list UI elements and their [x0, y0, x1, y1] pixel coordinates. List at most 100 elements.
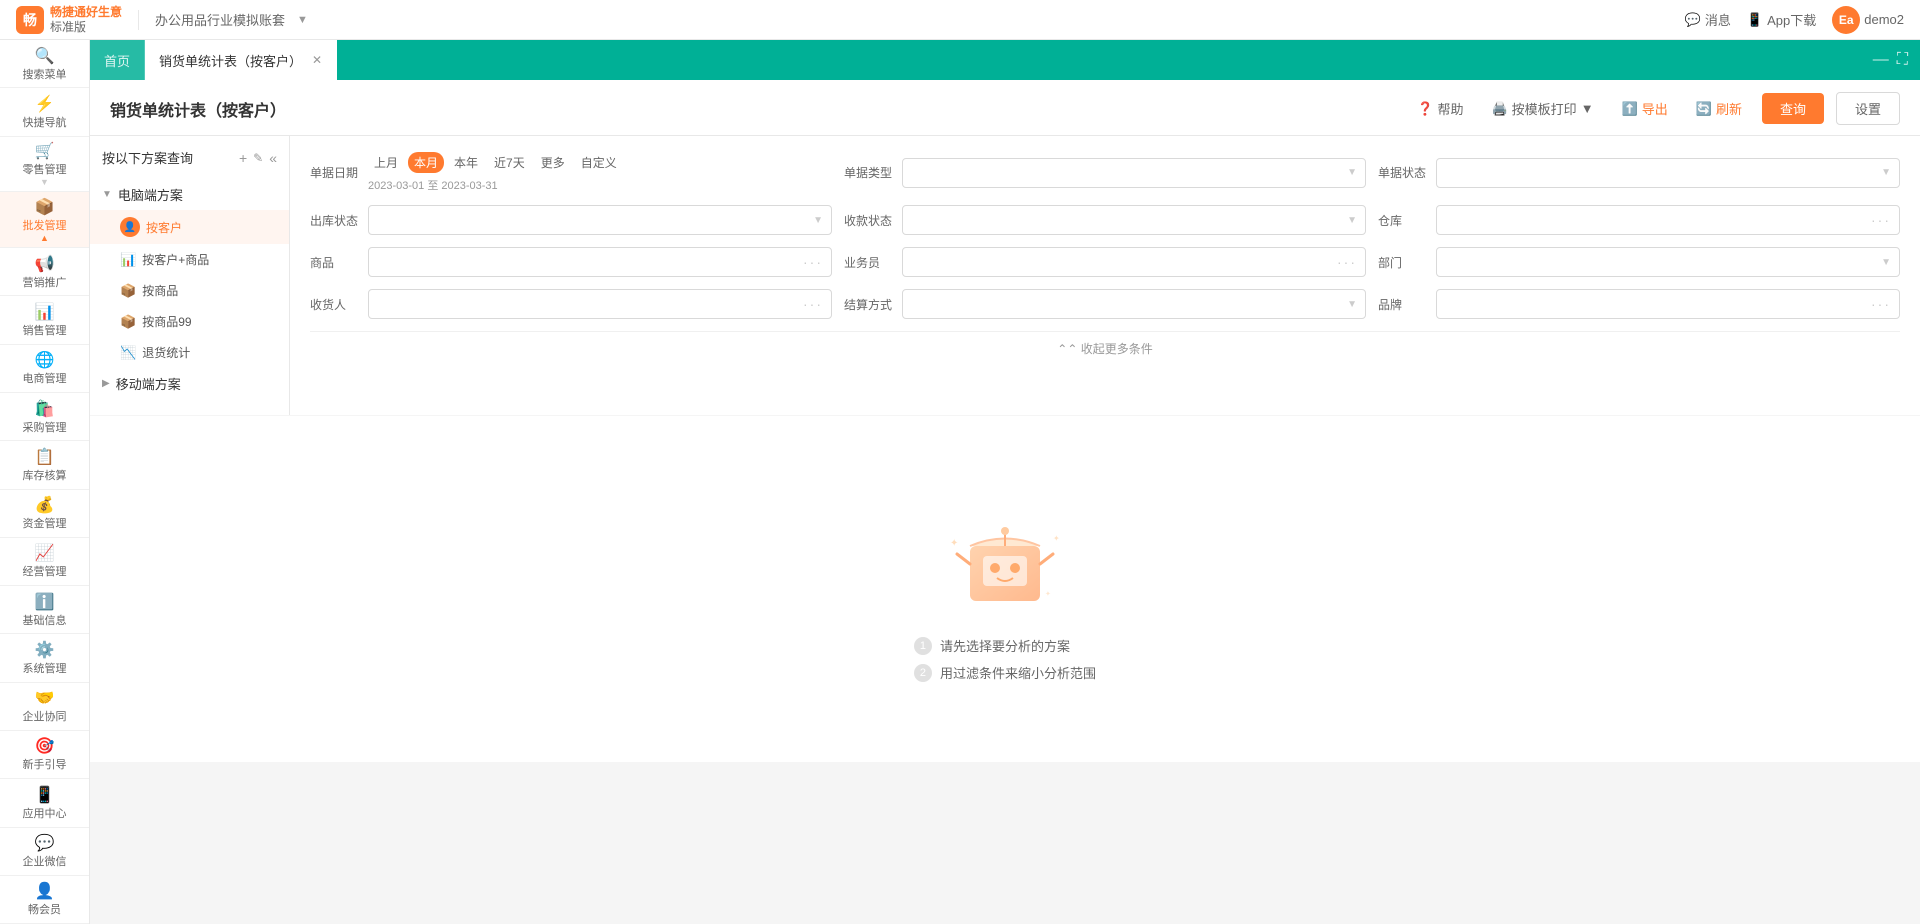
retail-arrow-icon: ▼: [40, 177, 49, 187]
sidebar-item-newbie[interactable]: 🎯 新手引导: [0, 731, 89, 779]
order-type-input[interactable]: ▼: [902, 158, 1366, 188]
payment-status-input[interactable]: ▼: [902, 205, 1366, 235]
sidebar-item-member[interactable]: 👤 畅会员: [0, 876, 89, 924]
warehouse-input[interactable]: ···: [1436, 205, 1900, 235]
help-label: 帮助: [1437, 99, 1463, 118]
sidebar-item-inventory[interactable]: 📋 库存核算: [0, 441, 89, 489]
payment-status-label: 收款状态: [844, 212, 894, 229]
date-tab-last-month[interactable]: 上月: [368, 152, 404, 173]
order-status-input[interactable]: ▼: [1436, 158, 1900, 188]
date-tab-custom[interactable]: 自定义: [575, 152, 623, 173]
sidebar-item-quick-nav[interactable]: ⚡ 快捷导航: [0, 88, 89, 136]
print-button[interactable]: 🖨️ 按模板打印 ▼: [1483, 95, 1601, 122]
sidebar-item-finance[interactable]: 💰 资金管理: [0, 490, 89, 538]
print-dropdown-icon: ▼: [1581, 101, 1594, 116]
out-status-label: 出库状态: [310, 212, 360, 229]
quick-nav-icon: ⚡: [35, 94, 55, 114]
salesperson-input[interactable]: ···: [902, 247, 1366, 277]
tab-close-icon[interactable]: ✕: [312, 53, 322, 67]
sidebar-item-apps[interactable]: 📱 应用中心: [0, 779, 89, 827]
sidebar-item-basic[interactable]: ℹ️ 基础信息: [0, 586, 89, 634]
sidebar-item-operations[interactable]: 📈 经营管理: [0, 538, 89, 586]
home-tab-label: 首页: [104, 51, 130, 70]
empty-tip-2: 2 用过滤条件来缩小分析范围: [914, 663, 1096, 682]
query-button[interactable]: 查询: [1762, 93, 1824, 124]
tab-home[interactable]: 首页: [90, 40, 145, 80]
brand-name: 畅捷通好生意: [50, 5, 122, 19]
tree-item-by-product-99[interactable]: 📦 按商品99: [90, 306, 289, 337]
wholesale-icon: 📦: [35, 197, 55, 217]
sidebar-item-ecommerce[interactable]: 🌐 电商管理: [0, 345, 89, 393]
logo-area: 畅 畅捷通好生意 标准版: [16, 5, 122, 34]
industry-name: 办公用品行业模拟账套: [155, 10, 285, 29]
brand-label: 品牌: [1378, 296, 1428, 313]
message-button[interactable]: 💬 消息: [1685, 10, 1731, 29]
tree-item-return-stats[interactable]: 📉 退货统计: [90, 337, 289, 368]
add-scheme-icon[interactable]: +: [239, 150, 247, 166]
settings-button[interactable]: 设置: [1836, 92, 1900, 125]
department-arrow-icon: ▼: [1881, 257, 1891, 268]
sidebar-item-system[interactable]: ⚙️ 系统管理: [0, 634, 89, 682]
collapse-panel-icon[interactable]: «: [269, 150, 277, 166]
user-name: demo2: [1864, 12, 1904, 27]
tree-section: ▼ 电脑端方案 👤 按客户: [90, 175, 289, 403]
sidebar-item-wechat[interactable]: 💬 企业微信: [0, 828, 89, 876]
sidebar-label-member: 畅会员: [28, 903, 61, 917]
date-tab-this-month[interactable]: 本月: [408, 152, 444, 173]
recipient-input[interactable]: ···: [368, 289, 832, 319]
header-right: 💬 消息 📱 App下载 Ea demo2: [1685, 6, 1904, 34]
sidebar-item-search[interactable]: 🔍 搜索菜单: [0, 40, 89, 88]
sidebar-item-marketing[interactable]: 📢 营销推广: [0, 248, 89, 296]
tree-item-by-product[interactable]: 📦 按商品: [90, 275, 289, 306]
sidebar-label-wholesale: 批发管理: [23, 219, 67, 233]
settlement-input[interactable]: ▼: [902, 289, 1366, 319]
help-button[interactable]: ❓ 帮助: [1409, 95, 1471, 122]
tab-maximize-icon[interactable]: ⛶: [1897, 51, 1908, 69]
by-product-99-icon: 📦: [120, 314, 136, 330]
tree-item-by-customer[interactable]: 👤 按客户: [90, 210, 289, 244]
sidebar-item-purchase[interactable]: 🛍️ 采购管理: [0, 393, 89, 441]
tree-item-by-product-99-label: 按商品99: [142, 313, 191, 330]
tree-group-desktop-header[interactable]: ▼ 电脑端方案: [90, 179, 289, 210]
date-tab-more[interactable]: 更多: [535, 152, 571, 173]
warehouse-dots-icon: ···: [1871, 212, 1891, 228]
tree-item-customer-product-label: 按客户+商品: [142, 251, 209, 268]
salesperson-dots-icon: ···: [1337, 254, 1357, 270]
department-input[interactable]: ▼: [1436, 247, 1900, 277]
brand-input[interactable]: ···: [1436, 289, 1900, 319]
filter-order-status-field: 单据状态 ▼: [1378, 158, 1900, 188]
edit-scheme-icon[interactable]: ✎: [253, 151, 263, 165]
tree-item-customer-product[interactable]: 📊 按客户+商品: [90, 244, 289, 275]
export-button[interactable]: ⬆️ 导出: [1614, 95, 1676, 122]
active-indicator: 👤: [120, 217, 140, 237]
filter-row-2: 出库状态 ▼ 收款状态 ▼: [310, 205, 1900, 235]
out-status-input[interactable]: ▼: [368, 205, 832, 235]
industry-dropdown-icon[interactable]: ▼: [297, 14, 308, 26]
sidebar-label-apps: 应用中心: [23, 807, 67, 821]
sidebar-item-enterprise[interactable]: 🤝 企业协同: [0, 683, 89, 731]
sidebar-item-retail[interactable]: 🛒 零售管理 ▼: [0, 137, 89, 193]
date-tab-this-year[interactable]: 本年: [448, 152, 484, 173]
sidebar-item-sales[interactable]: 📊 销售管理: [0, 296, 89, 344]
system-icon: ⚙️: [35, 640, 55, 660]
user-menu[interactable]: Ea demo2: [1832, 6, 1904, 34]
salesperson-label: 业务员: [844, 254, 894, 271]
date-tab-7days[interactable]: 近7天: [488, 152, 531, 173]
sidebar-item-wholesale[interactable]: 📦 批发管理 ▲: [0, 192, 89, 248]
tab-minimize-icon[interactable]: —: [1873, 51, 1889, 69]
page-title: 销货单统计表（按客户）: [110, 97, 286, 121]
refresh-button[interactable]: 🔄 刷新: [1688, 95, 1750, 122]
product-input[interactable]: ···: [368, 247, 832, 277]
sidebar-label-sales: 销售管理: [23, 324, 67, 338]
purchase-icon: 🛍️: [35, 399, 55, 419]
tip-number-2: 2: [914, 664, 932, 682]
operations-icon: 📈: [35, 543, 55, 563]
app-download-button[interactable]: 📱 App下载: [1747, 10, 1816, 29]
tab-sales-stats[interactable]: 销货单统计表（按客户） ✕: [145, 40, 337, 80]
product-dots-icon: ···: [803, 254, 823, 270]
sidebar-label-inventory: 库存核算: [23, 469, 67, 483]
collapse-bar[interactable]: ⌃⌃ 收起更多条件: [310, 331, 1900, 365]
tree-group-mobile-header[interactable]: ▶ 移动端方案: [90, 368, 289, 399]
sidebar-label-ecommerce: 电商管理: [23, 372, 67, 386]
empty-illustration: ✦ ✦ ✦: [945, 496, 1065, 616]
